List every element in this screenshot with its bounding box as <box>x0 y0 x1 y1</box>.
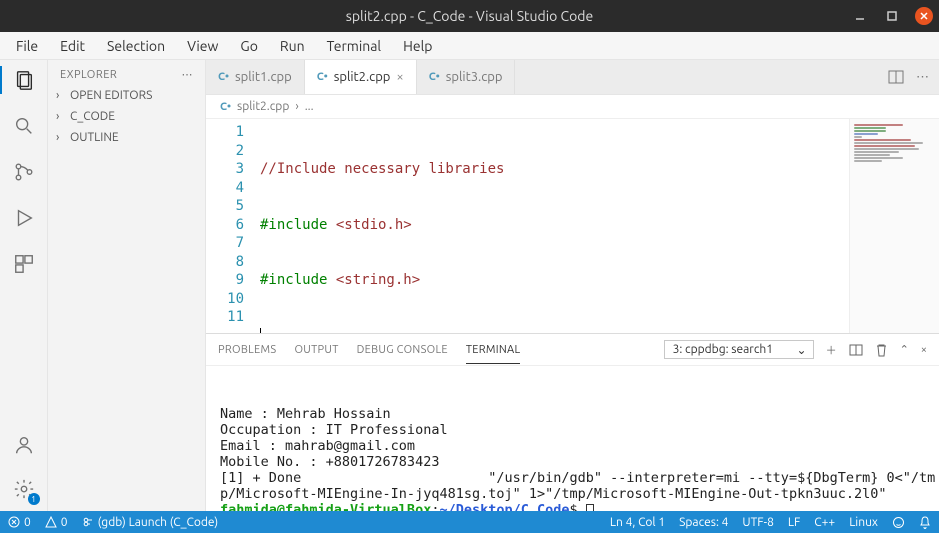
collapse-panel-icon[interactable]: ⌃ <box>900 343 909 356</box>
sidebar-folder[interactable]: › C_CODE <box>48 106 205 127</box>
sidebar-open-editors[interactable]: › OPEN EDITORS <box>48 85 205 106</box>
split-editor-icon[interactable] <box>888 69 904 85</box>
extensions-icon[interactable] <box>10 250 38 278</box>
tab-split1[interactable]: C• split1.cpp <box>206 60 305 94</box>
run-debug-icon[interactable] <box>10 204 38 232</box>
minimize-button[interactable] <box>851 7 869 25</box>
panel-tab-debugconsole[interactable]: DEBUG CONSOLE <box>357 344 448 356</box>
menu-selection[interactable]: Selection <box>97 36 175 56</box>
menu-help[interactable]: Help <box>393 36 442 56</box>
activity-bar <box>0 60 48 511</box>
status-warnings[interactable]: 0 <box>45 516 68 529</box>
line-numbers: 1 2 3 4 5 6 7 8 9 10 11 <box>206 119 256 333</box>
chevron-right-icon: › <box>295 100 298 113</box>
menu-go[interactable]: Go <box>230 36 267 56</box>
minimap[interactable] <box>849 119 939 333</box>
terminal[interactable]: Name : Mehrab HossainOccupation : IT Pro… <box>206 366 939 511</box>
code-content[interactable]: //Include necessary libraries #include <… <box>256 119 939 333</box>
close-panel-icon[interactable]: × <box>921 344 927 356</box>
chevron-right-icon: › <box>56 131 66 144</box>
breadcrumbs[interactable]: C• split2.cpp › ... <box>206 95 939 119</box>
status-bell-icon[interactable] <box>919 516 931 529</box>
status-feedback-icon[interactable] <box>892 516 905 529</box>
editor-more-icon[interactable]: ⋯ <box>916 70 929 85</box>
new-terminal-icon[interactable]: ＋ <box>826 342 837 358</box>
cpp-file-icon: C• <box>429 71 440 83</box>
titlebar: split2.cpp - C_Code - Visual Studio Code <box>0 0 939 32</box>
status-lncol[interactable]: Ln 4, Col 1 <box>610 516 665 529</box>
panel-tab-problems[interactable]: PROBLEMS <box>218 344 276 356</box>
source-control-icon[interactable] <box>10 158 38 186</box>
panel-tab-output[interactable]: OUTPUT <box>294 344 338 356</box>
status-spaces[interactable]: Spaces: 4 <box>679 516 728 529</box>
chevron-right-icon: › <box>56 110 66 123</box>
status-errors[interactable]: 0 <box>8 516 31 529</box>
menu-run[interactable]: Run <box>270 36 315 56</box>
maximize-button[interactable] <box>883 7 901 25</box>
menu-edit[interactable]: Edit <box>50 36 95 56</box>
status-eol[interactable]: LF <box>788 516 800 529</box>
cpp-file-icon: C• <box>220 101 231 113</box>
explorer-icon[interactable] <box>10 66 38 94</box>
statusbar: 0 0 (gdb) Launch (C_Code) Ln 4, Col 1 Sp… <box>0 511 939 533</box>
sidebar-outline[interactable]: › OUTLINE <box>48 127 205 148</box>
close-button[interactable] <box>915 7 933 25</box>
menu-file[interactable]: File <box>6 36 48 56</box>
settings-gear-icon[interactable] <box>10 475 38 503</box>
cpp-file-icon: C• <box>218 71 229 83</box>
tab-split2[interactable]: C• split2.cpp × <box>305 60 417 94</box>
chevron-right-icon: › <box>56 89 66 102</box>
sidebar: EXPLORER ⋯ › OPEN EDITORS › C_CODE › OUT… <box>48 60 206 511</box>
sidebar-title: EXPLORER <box>60 69 117 81</box>
tab-split3[interactable]: C• split3.cpp <box>417 60 516 94</box>
menu-view[interactable]: View <box>177 36 228 56</box>
kill-terminal-icon[interactable] <box>875 343 888 357</box>
search-icon[interactable] <box>10 112 38 140</box>
editor-tabs: C• split1.cpp C• split2.cpp × C• split3.… <box>206 60 939 95</box>
menu-terminal[interactable]: Terminal <box>317 36 392 56</box>
status-encoding[interactable]: UTF-8 <box>742 516 773 529</box>
close-tab-icon[interactable]: × <box>396 70 403 84</box>
code-editor[interactable]: 1 2 3 4 5 6 7 8 9 10 11 //Include necess… <box>206 119 939 333</box>
panel: PROBLEMS OUTPUT DEBUG CONSOLE TERMINAL 3… <box>206 333 939 511</box>
panel-tab-terminal[interactable]: TERMINAL <box>466 344 521 364</box>
split-terminal-icon[interactable] <box>849 343 863 357</box>
cpp-file-icon: C• <box>317 71 328 83</box>
sidebar-more-icon[interactable]: ⋯ <box>182 68 194 81</box>
window-title: split2.cpp - C_Code - Visual Studio Code <box>346 8 593 24</box>
status-lang[interactable]: C++ <box>814 516 835 529</box>
accounts-icon[interactable] <box>10 431 38 459</box>
terminal-selector[interactable]: 3: cppdbg: search1 <box>664 340 814 359</box>
menubar: File Edit Selection View Go Run Terminal… <box>0 32 939 60</box>
status-os[interactable]: Linux <box>849 516 878 529</box>
status-launch[interactable]: (gdb) Launch (C_Code) <box>82 516 219 529</box>
